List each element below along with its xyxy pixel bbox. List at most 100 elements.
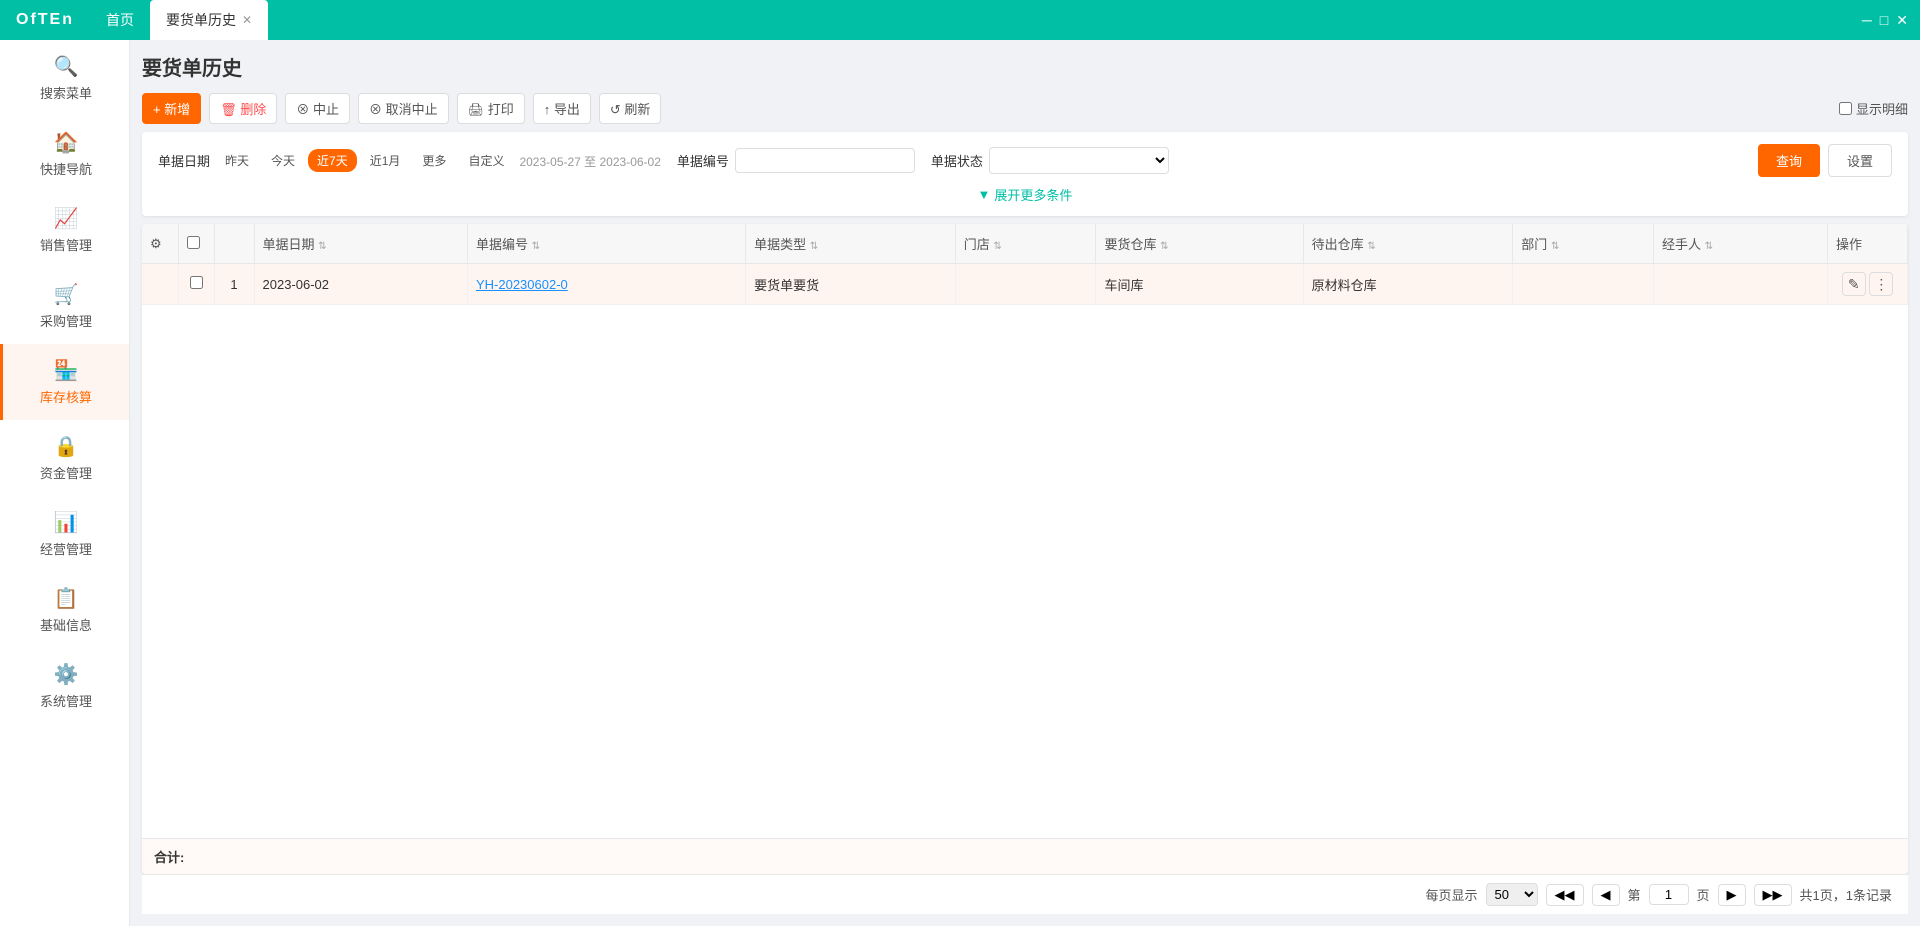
tab-home-label: 首页 bbox=[106, 10, 134, 30]
sales-mgmt-icon: 📈 bbox=[54, 206, 79, 231]
tab-home[interactable]: 首页 bbox=[90, 0, 150, 40]
table-footer: 合计: bbox=[142, 838, 1908, 874]
row-doc-date-cell: 2023-06-02 bbox=[254, 264, 467, 305]
sidebar-item-operation-mgmt[interactable]: 📊 经营管理 bbox=[0, 496, 129, 572]
row-checkbox[interactable] bbox=[190, 276, 203, 289]
col-doc-type[interactable]: 单据类型 ⇅ bbox=[746, 224, 956, 264]
finance-mgmt-icon: 🔒 bbox=[54, 434, 79, 459]
new-button[interactable]: + 新增 bbox=[142, 93, 201, 124]
operation-mgmt-icon: 📊 bbox=[54, 510, 79, 535]
doc-no-link[interactable]: YH-20230602-0 bbox=[476, 277, 568, 292]
sort-store-icon: ⇅ bbox=[993, 241, 1001, 252]
current-page-label: 第 bbox=[1628, 885, 1641, 904]
stop-button[interactable]: ⊗ 中止 bbox=[285, 93, 350, 124]
row-doc-type-cell: 要货单要货 bbox=[746, 264, 956, 305]
row-ops-cell: ✎ ⋮ bbox=[1828, 264, 1908, 305]
quick-nav-icon: 🏠 bbox=[54, 130, 79, 155]
row-more-icon[interactable]: ⋮ bbox=[1869, 272, 1893, 296]
row-req-warehouse-cell: 车间库 bbox=[1096, 264, 1303, 305]
tab-list: OfTEn 首页 要货单历史 ✕ bbox=[0, 0, 268, 40]
sidebar-item-basic-info[interactable]: 📋 基础信息 bbox=[0, 572, 129, 648]
sidebar-item-purchase-mgmt-label: 采购管理 bbox=[40, 311, 92, 330]
table-body: 1 2023-06-02 YH-20230602-0 要货单要货 车间库 原材料… bbox=[142, 264, 1908, 305]
select-all-checkbox[interactable] bbox=[187, 236, 200, 249]
footer-label: 合计: bbox=[154, 850, 184, 865]
date-btn-last7days[interactable]: 近7天 bbox=[308, 149, 357, 172]
sort-doc-date-icon: ⇅ bbox=[318, 241, 326, 252]
delete-button[interactable]: 🗑 删除 bbox=[209, 93, 277, 124]
row-pending-warehouse-cell: 原材料仓库 bbox=[1303, 264, 1513, 305]
export-button[interactable]: ↑ 导出 bbox=[533, 93, 591, 124]
row-num-cell: 1 bbox=[214, 264, 254, 305]
doc-no-filter-group: 单据编号 bbox=[677, 148, 915, 173]
col-checkbox bbox=[178, 224, 214, 264]
doc-no-input[interactable] bbox=[735, 148, 915, 173]
tab-requisition-history[interactable]: 要货单历史 ✕ bbox=[150, 0, 268, 40]
sidebar-item-purchase-mgmt[interactable]: 🛒 采购管理 bbox=[0, 268, 129, 344]
col-pending-warehouse[interactable]: 待出仓库 ⇅ bbox=[1303, 224, 1513, 264]
page-unit-label: 页 bbox=[1697, 885, 1710, 904]
maximize-icon[interactable]: □ bbox=[1880, 12, 1888, 28]
date-btn-today[interactable]: 今天 bbox=[262, 149, 304, 172]
col-store[interactable]: 门店 ⇅ bbox=[955, 224, 1096, 264]
row-store-cell bbox=[955, 264, 1096, 305]
col-handler[interactable]: 经手人 ⇅ bbox=[1653, 224, 1827, 264]
last-page-button[interactable]: ▶▶ bbox=[1754, 884, 1792, 906]
minimize-icon[interactable]: ─ bbox=[1862, 12, 1872, 28]
doc-status-select[interactable] bbox=[989, 147, 1169, 174]
col-settings[interactable]: ⚙ bbox=[142, 224, 178, 264]
display-detail-checkbox[interactable] bbox=[1839, 102, 1852, 115]
sidebar-item-sales-mgmt-label: 销售管理 bbox=[40, 235, 92, 254]
query-button[interactable]: 查询 bbox=[1758, 144, 1820, 177]
filter-actions: 查询 设置 bbox=[1758, 144, 1892, 177]
col-doc-no[interactable]: 单据编号 ⇅ bbox=[467, 224, 745, 264]
basic-info-icon: 📋 bbox=[54, 586, 79, 611]
close-icon[interactable]: ✕ bbox=[1896, 12, 1908, 29]
col-doc-date[interactable]: 单据日期 ⇅ bbox=[254, 224, 467, 264]
sidebar: 🔍 搜索菜单 🏠 快捷导航 📈 销售管理 🛒 采购管理 🏪 库存核算 🔒 资金管… bbox=[0, 40, 130, 926]
date-filter-group: 单据日期 昨天 今天 近7天 近1月 更多 自定义 2023-05-27 至 2… bbox=[158, 149, 661, 172]
date-btn-more[interactable]: 更多 bbox=[413, 149, 455, 172]
expand-more-label: 展开更多条件 bbox=[994, 185, 1072, 204]
doc-status-label: 单据状态 bbox=[931, 151, 983, 170]
row-doc-no-cell: YH-20230602-0 bbox=[467, 264, 745, 305]
sidebar-item-system-mgmt[interactable]: ⚙️ 系统管理 bbox=[0, 648, 129, 724]
sidebar-item-sales-mgmt[interactable]: 📈 销售管理 bbox=[0, 192, 129, 268]
sidebar-item-inventory-calc-label: 库存核算 bbox=[40, 387, 92, 406]
sort-handler-icon: ⇅ bbox=[1705, 241, 1713, 252]
doc-status-filter-group: 单据状态 bbox=[931, 147, 1169, 174]
page-size-select[interactable]: 50 10 20 100 bbox=[1486, 883, 1538, 906]
brand-logo: OfTEn bbox=[0, 11, 90, 29]
table-row: 1 2023-06-02 YH-20230602-0 要货单要货 车间库 原材料… bbox=[142, 264, 1908, 305]
expand-more-button[interactable]: ▼ 展开更多条件 bbox=[158, 185, 1892, 204]
filter-settings-button[interactable]: 设置 bbox=[1828, 144, 1892, 177]
date-btn-last1month[interactable]: 近1月 bbox=[361, 149, 410, 172]
display-detail-toggle[interactable]: 显示明细 bbox=[1839, 99, 1908, 118]
date-options: 昨天 今天 近7天 近1月 更多 自定义 bbox=[216, 149, 513, 172]
date-btn-custom[interactable]: 自定义 bbox=[459, 149, 513, 172]
sort-doc-type-icon: ⇅ bbox=[810, 241, 818, 252]
sidebar-item-inventory-calc[interactable]: 🏪 库存核算 bbox=[0, 344, 129, 420]
col-department[interactable]: 部门 ⇅ bbox=[1513, 224, 1654, 264]
col-num bbox=[214, 224, 254, 264]
page-number-input[interactable] bbox=[1649, 884, 1689, 905]
date-btn-yesterday[interactable]: 昨天 bbox=[216, 149, 258, 172]
row-edit-icon[interactable]: ✎ bbox=[1842, 272, 1866, 296]
cancel-stop-button[interactable]: ⊗ 取消中止 bbox=[358, 93, 449, 124]
first-page-button[interactable]: ◀◀ bbox=[1546, 884, 1584, 906]
print-button[interactable]: 🖨 打印 bbox=[457, 93, 525, 124]
tab-close-icon[interactable]: ✕ bbox=[242, 13, 252, 27]
row-handler-cell bbox=[1653, 264, 1827, 305]
system-mgmt-icon: ⚙️ bbox=[54, 662, 79, 687]
date-filter-label: 单据日期 bbox=[158, 151, 210, 170]
refresh-button[interactable]: ↺ 刷新 bbox=[599, 93, 662, 124]
sidebar-item-quick-nav-label: 快捷导航 bbox=[40, 159, 92, 178]
window-controls: ─ □ ✕ bbox=[1862, 12, 1920, 29]
search-menu-icon: 🔍 bbox=[54, 54, 79, 79]
next-page-button[interactable]: ▶ bbox=[1718, 884, 1746, 906]
sidebar-item-finance-mgmt[interactable]: 🔒 资金管理 bbox=[0, 420, 129, 496]
sidebar-item-search-menu[interactable]: 🔍 搜索菜单 bbox=[0, 40, 129, 116]
prev-page-button[interactable]: ◀ bbox=[1592, 884, 1620, 906]
col-req-warehouse[interactable]: 要货仓库 ⇅ bbox=[1096, 224, 1303, 264]
sidebar-item-quick-nav[interactable]: 🏠 快捷导航 bbox=[0, 116, 129, 192]
